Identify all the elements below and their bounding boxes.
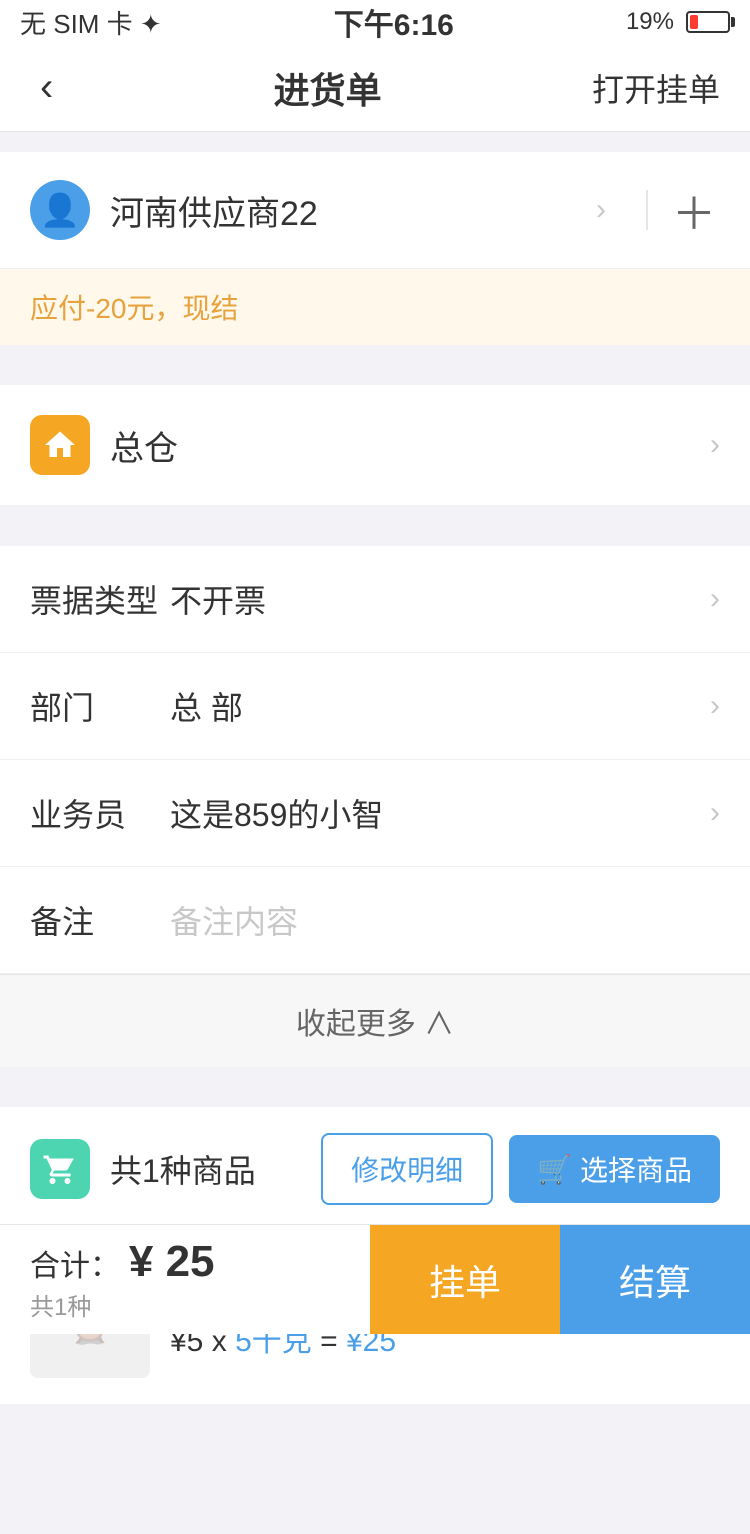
supplier-section: 👤 河南供应商22 › ＋ 应付-20元，现结 xyxy=(0,152,750,345)
remark-value: 备注内容 xyxy=(170,897,720,943)
settle-button[interactable]: 结算 xyxy=(560,1225,750,1334)
department-label: 部门 xyxy=(30,683,170,729)
divider-2 xyxy=(0,506,750,526)
nav-bar: ‹ 进货单 打开挂单 xyxy=(0,44,750,132)
edit-detail-button[interactable]: 修改明细 xyxy=(321,1133,493,1205)
fields-section: 票据类型 不开票 › 部门 总 部 › 业务员 这是859的小智 › 备注 备注… xyxy=(0,546,750,1067)
remark-row[interactable]: 备注 备注内容 xyxy=(0,867,750,974)
status-battery: 19% xyxy=(626,8,730,36)
supplier-chevron-icon: › xyxy=(596,193,606,227)
invoice-type-chevron-icon: › xyxy=(710,582,720,616)
status-signal: 无 SIM 卡 ✦ xyxy=(20,4,162,41)
divider-1 xyxy=(0,345,750,365)
page-title: 进货单 xyxy=(274,62,382,114)
products-count: 共1种商品 xyxy=(110,1146,321,1192)
warehouse-row[interactable]: 总仓 › xyxy=(0,385,750,506)
battery-percent: 19% xyxy=(626,8,674,36)
warehouse-icon-wrap xyxy=(30,415,90,475)
department-row[interactable]: 部门 总 部 › xyxy=(0,653,750,760)
select-product-label: 选择商品 xyxy=(580,1149,692,1189)
supplier-row[interactable]: 👤 河南供应商22 › ＋ xyxy=(0,152,750,269)
collapse-label: 收起更多 ∧ xyxy=(296,1008,454,1041)
back-button[interactable]: ‹ xyxy=(30,55,63,120)
bottom-bar: 合计： ¥ 25 共1种 挂单 结算 xyxy=(0,1224,750,1334)
warehouse-chevron-icon: › xyxy=(710,428,720,462)
salesperson-row[interactable]: 业务员 这是859的小智 › xyxy=(0,760,750,867)
remark-label: 备注 xyxy=(30,897,170,943)
notice-bar: 应付-20元，现结 xyxy=(0,269,750,345)
notice-text: 应付-20元，现结 xyxy=(30,293,238,324)
divider-3 xyxy=(0,1067,750,1087)
select-product-icon: 🛒 xyxy=(537,1153,572,1186)
products-icon xyxy=(42,1151,78,1187)
invoice-type-label: 票据类型 xyxy=(30,576,170,622)
total-label: 合计： xyxy=(30,1250,120,1283)
bottom-spacer xyxy=(0,1404,750,1534)
status-time: 下午6:16 xyxy=(334,0,454,44)
battery-fill xyxy=(690,15,698,29)
invoice-type-row[interactable]: 票据类型 不开票 › xyxy=(0,546,750,653)
status-bar: 无 SIM 卡 ✦ 下午6:16 19% xyxy=(0,0,750,44)
products-icon-wrap xyxy=(30,1139,90,1199)
open-hang-button[interactable]: 打开挂单 xyxy=(592,65,720,111)
warehouse-label: 总仓 xyxy=(110,421,710,470)
salesperson-chevron-icon: › xyxy=(710,796,720,830)
supplier-name: 河南供应商22 xyxy=(110,186,596,235)
select-product-button[interactable]: 🛒 选择商品 xyxy=(509,1135,720,1203)
total-section: 合计： ¥ 25 共1种 xyxy=(0,1225,370,1334)
collapse-bar[interactable]: 收起更多 ∧ xyxy=(0,974,750,1067)
battery-icon xyxy=(686,11,730,33)
warehouse-section: 总仓 › xyxy=(0,385,750,506)
total-row: 合计： ¥ 25 xyxy=(30,1237,340,1287)
supplier-avatar: 👤 xyxy=(30,180,90,240)
add-icon[interactable]: ＋ xyxy=(668,178,720,242)
supplier-divider xyxy=(646,190,648,230)
warehouse-icon xyxy=(42,427,78,463)
person-icon: 👤 xyxy=(40,191,80,229)
department-value: 总 部 xyxy=(170,683,710,729)
products-header: 共1种商品 修改明细 🛒 选择商品 xyxy=(0,1107,750,1232)
department-chevron-icon: › xyxy=(710,689,720,723)
invoice-type-value: 不开票 xyxy=(170,576,710,622)
hang-button[interactable]: 挂单 xyxy=(370,1225,560,1334)
total-amount: ¥ 25 xyxy=(129,1237,215,1286)
salesperson-label: 业务员 xyxy=(30,790,170,836)
salesperson-value: 这是859的小智 xyxy=(170,790,710,836)
total-count: 共1种 xyxy=(30,1287,340,1322)
